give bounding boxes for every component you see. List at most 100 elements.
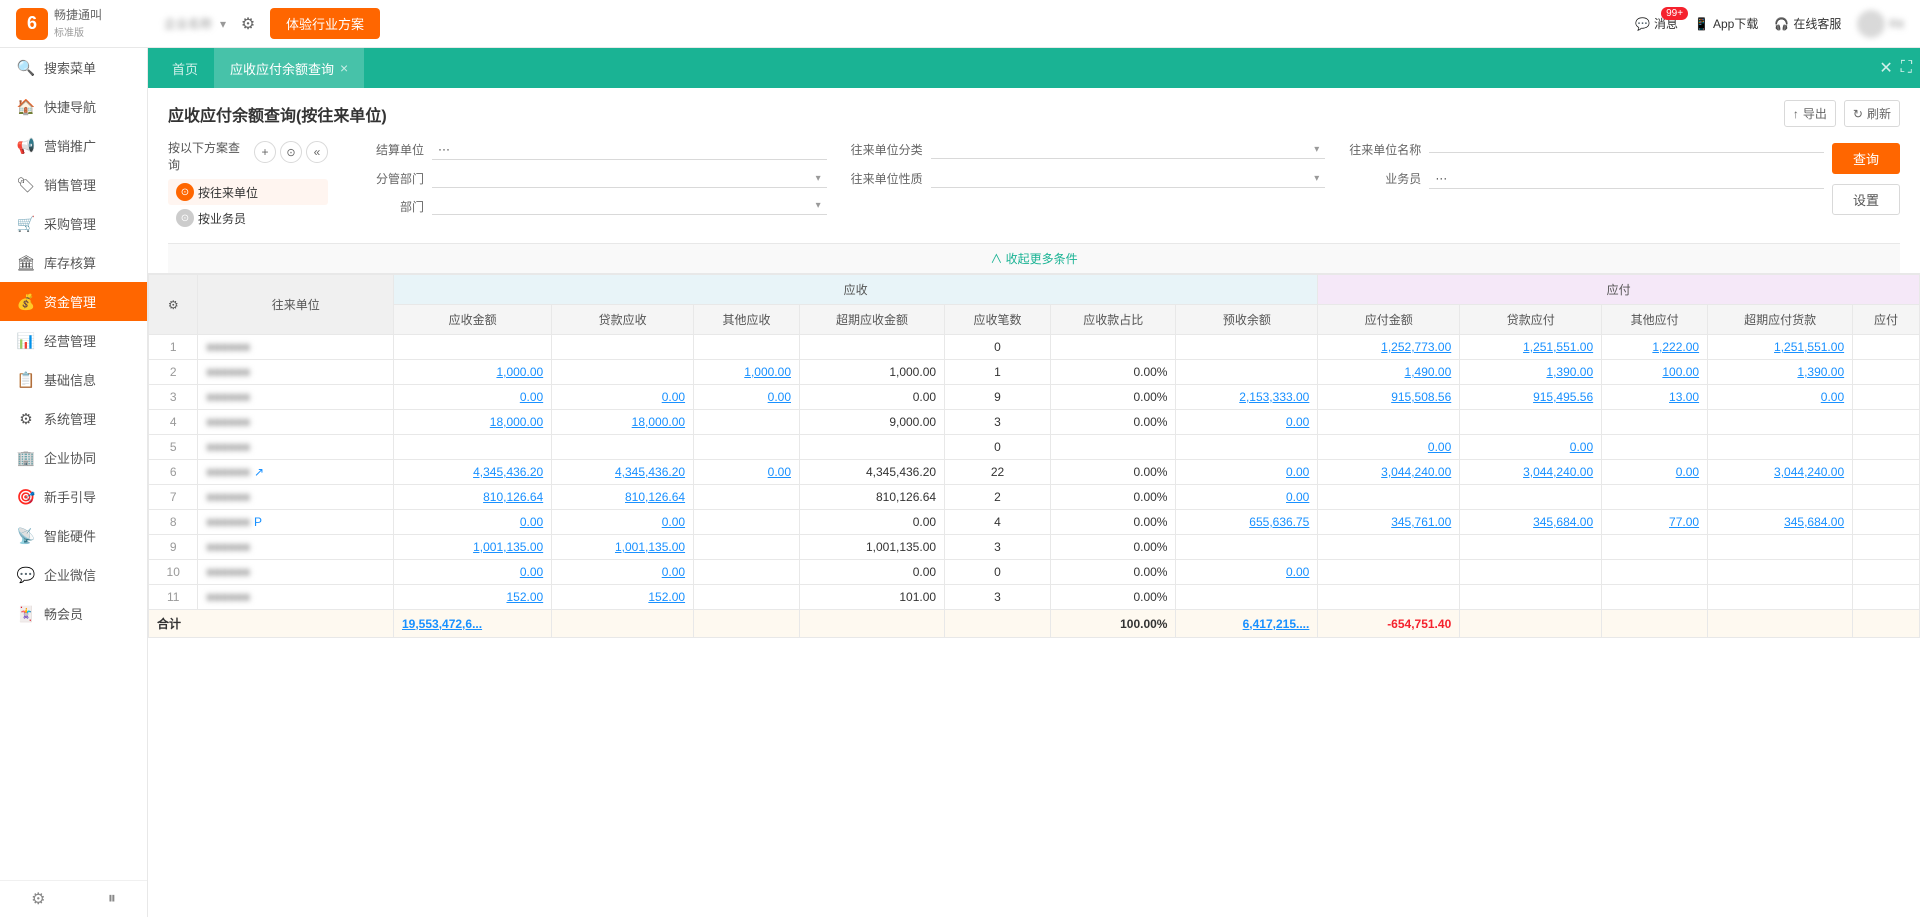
- filter-label-dept: 分管部门: [344, 170, 424, 187]
- sidebar-settings-btn[interactable]: ⚙: [31, 889, 45, 909]
- page-area: 应收应付余额查询(按往来单位) ↑ 导出 ↻ 刷新 按: [148, 88, 1920, 917]
- footer-ar-amount[interactable]: 19,553,472,6...: [394, 610, 552, 638]
- unit-cell: ■■■■■■P: [198, 510, 394, 535]
- table-row: 4■■■■■■18,000.0018,000.009,000.0030.00%0…: [149, 410, 1920, 435]
- message-badge: 99+: [1661, 7, 1688, 20]
- sidebar-label-finance: 资金管理: [44, 292, 96, 311]
- app-icon: 📱: [1694, 17, 1709, 31]
- unit-cell: ■■■■■■: [198, 410, 394, 435]
- tab-ar-ap-close[interactable]: ×: [340, 60, 348, 76]
- sidebar-bottom: ⚙ ⏸: [0, 880, 147, 917]
- sidebar-item-guide[interactable]: 🎯 新手引导: [0, 477, 147, 516]
- col-group-ar: 应收: [394, 275, 1318, 305]
- query-button[interactable]: 查询: [1832, 143, 1900, 174]
- unit-cell: ■■■■■■↗: [198, 460, 394, 485]
- sidebar-item-search[interactable]: 🔍 搜索菜单: [0, 48, 147, 87]
- filter-unit-icon: ⊙: [176, 183, 194, 201]
- table-row: 3■■■■■■0.000.000.000.0090.00%2,153,333.0…: [149, 385, 1920, 410]
- sidebar-item-basic[interactable]: 📋 基础信息: [0, 360, 147, 399]
- filter-input-division[interactable]: ▾: [432, 197, 827, 215]
- filter-input-category[interactable]: ▾: [931, 141, 1326, 159]
- sidebar-collapse-btn[interactable]: ⏸: [108, 890, 116, 908]
- sidebar-item-finance[interactable]: 💰 资金管理: [0, 282, 147, 321]
- sidebar-item-inventory[interactable]: 🏛 库存核算: [0, 243, 147, 282]
- top-header: 6 畅捷通叫 标准版 企业名称 ▾ ⚙ 体验行业方案 💬 消息 99+ 📱 Ap…: [0, 0, 1920, 48]
- tab-close-btn[interactable]: ✕: [1879, 58, 1892, 78]
- app-download-btn[interactable]: 📱 App下载: [1694, 15, 1758, 32]
- footer-ar-ratio: 100.00%: [1050, 610, 1175, 638]
- footer-ar-other: [694, 610, 800, 638]
- sidebar-label-guide: 新手引导: [44, 487, 96, 506]
- filter-input-settlement[interactable]: ···: [432, 139, 827, 160]
- table-row: 11■■■■■■152.00152.00101.0030.00%: [149, 585, 1920, 610]
- finance-icon: 💰: [16, 293, 36, 311]
- filter-input-unitname[interactable]: [1429, 146, 1824, 153]
- tab-home-label: 首页: [172, 59, 198, 78]
- sidebar-label-system: 系统管理: [44, 409, 96, 428]
- data-table: ⚙ 往来单位 应收 应付 应收金额 贷款应收 其他应收 超期应收金额 应收笔数 …: [148, 274, 1920, 638]
- sidebar-item-sales[interactable]: 🏷 销售管理: [0, 165, 147, 204]
- filter-salesman-icon: ⊙: [176, 209, 194, 227]
- scheme-collapse-btn[interactable]: «: [306, 141, 328, 163]
- filter-input-dept[interactable]: ▾: [432, 170, 827, 188]
- message-btn[interactable]: 💬 消息 99+: [1635, 15, 1678, 32]
- tab-maximize-btn[interactable]: ⛶: [1901, 59, 1912, 77]
- export-icon: ↑: [1793, 107, 1799, 121]
- tabs-right: ✕ ⛶: [1879, 58, 1912, 78]
- tab-home[interactable]: 首页: [156, 48, 214, 88]
- table-row: 9■■■■■■1,001,135.001,001,135.001,001,135…: [149, 535, 1920, 560]
- refresh-button[interactable]: ↻ 刷新: [1844, 100, 1900, 127]
- collapse-more-btn[interactable]: ∧ 收起更多条件: [168, 243, 1900, 273]
- export-button[interactable]: ↑ 导出: [1784, 100, 1836, 127]
- filter-row-unitname: 往来单位名称: [1341, 139, 1824, 160]
- filter-option-unit[interactable]: ⊙ 按往来单位: [168, 179, 328, 205]
- set-button[interactable]: 设置: [1832, 184, 1900, 215]
- user-area[interactable]: Rit: [1857, 10, 1904, 38]
- filter-option-salesman[interactable]: ⊙ 按业务员: [168, 205, 328, 231]
- unit-cell: ■■■■■■: [198, 560, 394, 585]
- header-gear-btn[interactable]: ⚙: [234, 10, 262, 38]
- unit-cell: ■■■■■■: [198, 360, 394, 385]
- scheme-add-btn[interactable]: +: [254, 141, 276, 163]
- sidebar-item-member[interactable]: 🃏 畅会员: [0, 594, 147, 633]
- logo-badge: 标准版: [54, 24, 102, 39]
- col-ap-rest: 应付: [1853, 305, 1920, 335]
- filter-input-nature[interactable]: ▾: [931, 170, 1326, 188]
- filter-row-salesman: 业务员 ···: [1341, 168, 1824, 189]
- unit-cell: ■■■■■■: [198, 335, 394, 360]
- sidebar-item-wechat[interactable]: 💬 企业微信: [0, 555, 147, 594]
- logo-area: 6 畅捷通叫 标准版: [16, 8, 164, 40]
- header-dropdown-arrow[interactable]: ▾: [220, 17, 226, 31]
- sidebar-item-operations[interactable]: 📊 经营管理: [0, 321, 147, 360]
- table-row: 5■■■■■■00.000.00: [149, 435, 1920, 460]
- tab-ar-ap[interactable]: 应收应付余额查询 ×: [214, 48, 364, 88]
- filter-input-salesman[interactable]: ···: [1429, 168, 1824, 189]
- filter-row-category: 往来单位分类 ▾: [843, 139, 1326, 160]
- sidebar-item-system[interactable]: ⚙ 系统管理: [0, 399, 147, 438]
- unit-cell: ■■■■■■: [198, 385, 394, 410]
- refresh-label: 刷新: [1867, 105, 1891, 122]
- sidebar-item-marketing[interactable]: 📢 营销推广: [0, 126, 147, 165]
- footer-ar-overdue: [800, 610, 945, 638]
- sidebar-label-search: 搜索菜单: [44, 58, 96, 77]
- export-label: 导出: [1803, 105, 1827, 122]
- sidebar-item-quicknav[interactable]: 🏠 快捷导航: [0, 87, 147, 126]
- sidebar-item-enterprise[interactable]: 🏢 企业协同: [0, 438, 147, 477]
- col-ar-prepay: 预收余额: [1176, 305, 1318, 335]
- col-ar-overdue: 超期应收金额: [800, 305, 945, 335]
- scheme-actions: + ⊙ «: [254, 141, 328, 163]
- footer-ar-prepay[interactable]: 6,417,215....: [1176, 610, 1318, 638]
- table-row: 2■■■■■■1,000.001,000.001,000.0010.00%1,4…: [149, 360, 1920, 385]
- col-settings[interactable]: ⚙: [149, 275, 198, 335]
- col-unit: 往来单位: [198, 275, 394, 335]
- service-btn[interactable]: 🎧 在线客服: [1774, 15, 1841, 32]
- header-cta-button[interactable]: 体验行业方案: [270, 8, 380, 39]
- scheme-edit-btn[interactable]: ⊙: [280, 141, 302, 163]
- page-title-row: 应收应付余额查询(按往来单位) ↑ 导出 ↻ 刷新: [168, 100, 1900, 127]
- sidebar-label-purchase: 采购管理: [44, 214, 96, 233]
- sidebar-item-purchase[interactable]: 🛒 采购管理: [0, 204, 147, 243]
- filter-label-nature: 往来单位性质: [843, 170, 923, 187]
- col-ap-loan: 贷款应付: [1460, 305, 1602, 335]
- sidebar-item-hardware[interactable]: 📡 智能硬件: [0, 516, 147, 555]
- wechat-icon: 💬: [16, 566, 36, 584]
